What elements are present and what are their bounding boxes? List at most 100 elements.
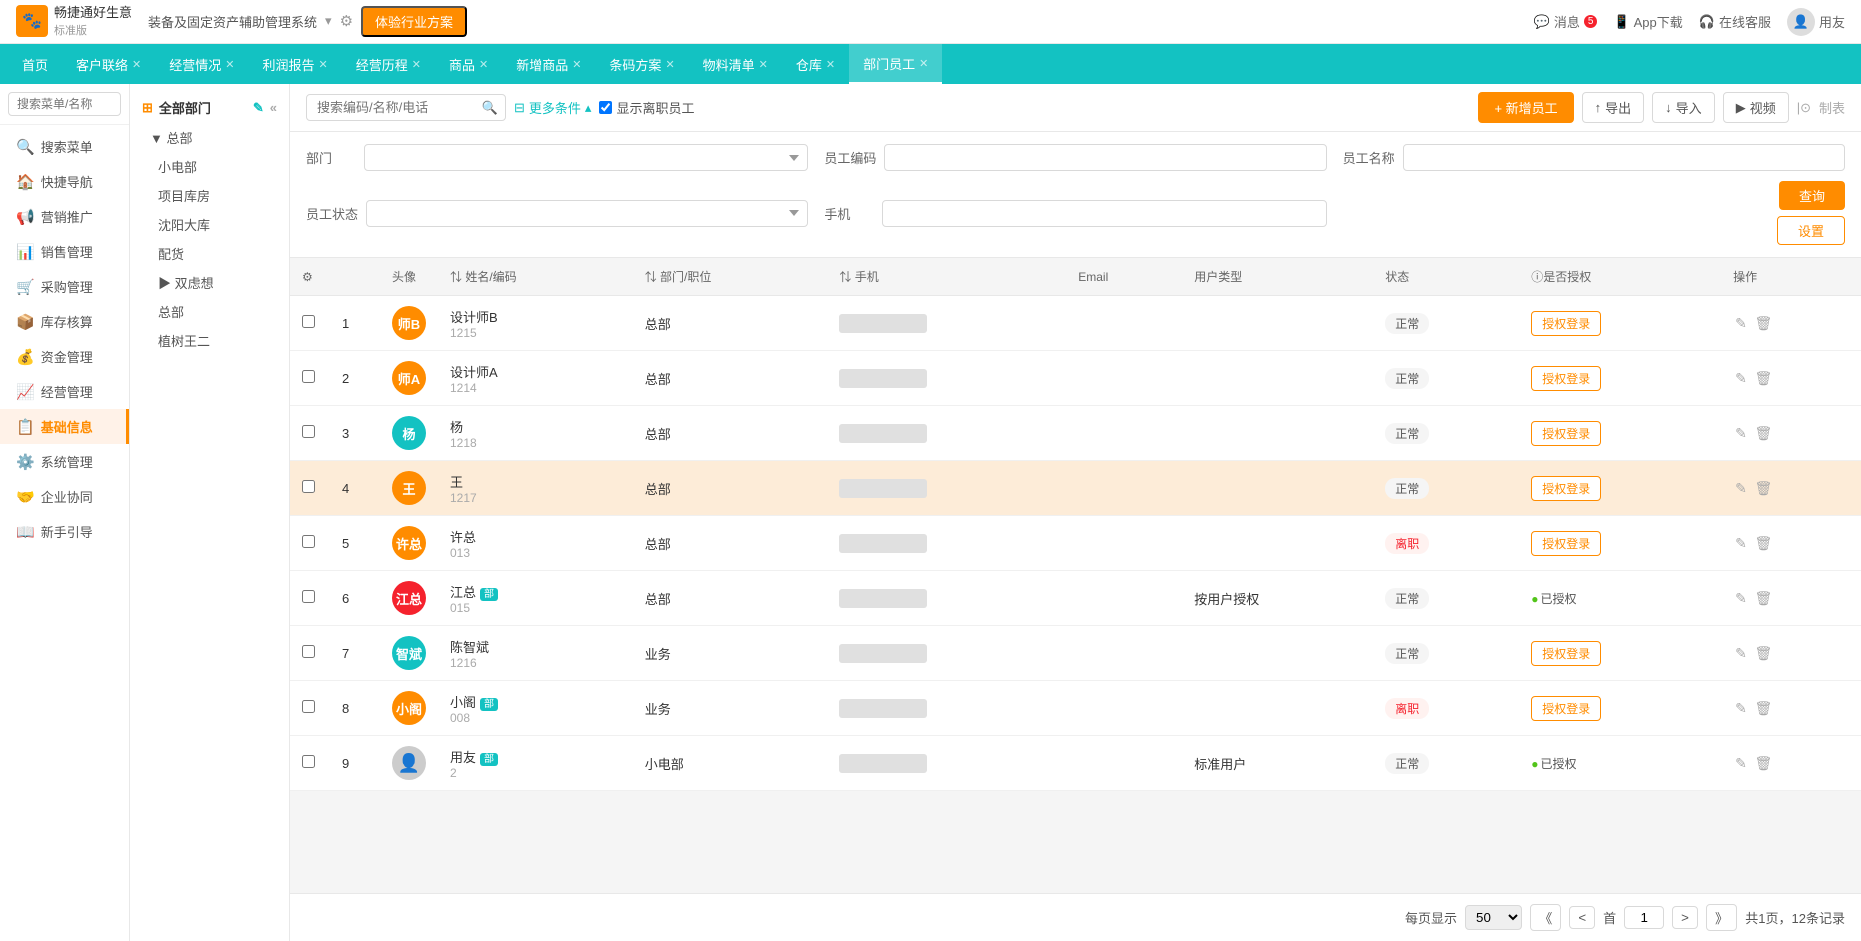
row-checkbox[interactable] [302, 315, 315, 328]
nav-tab-利润报告[interactable]: 利润报告✕ [248, 44, 341, 84]
import-btn[interactable]: ↓ 导入 [1652, 92, 1715, 123]
nav-tab-首页[interactable]: 首页 [8, 44, 62, 84]
auth-btn[interactable]: 授权登录 [1531, 366, 1601, 391]
print-label[interactable]: 制表 [1819, 98, 1845, 117]
add-employee-btn[interactable]: + 新增员工 [1478, 92, 1573, 123]
row-checkbox[interactable] [302, 370, 315, 383]
next-page-btn[interactable]: > [1672, 906, 1698, 929]
emp-code-input[interactable] [884, 144, 1326, 171]
tab-close-icon[interactable]: ✕ [132, 58, 141, 71]
auth-btn[interactable]: 授权登录 [1531, 531, 1601, 556]
user-btn[interactable]: 👤 用友 [1787, 8, 1845, 36]
row-checkbox[interactable] [302, 535, 315, 548]
auth-btn[interactable]: 授权登录 [1531, 696, 1601, 721]
delete-icon[interactable]: 🗑 [1754, 535, 1772, 551]
row-checkbox[interactable] [302, 700, 315, 713]
tree-edit-icon[interactable]: ✎ [253, 100, 264, 116]
delete-icon[interactable]: 🗑 [1754, 370, 1772, 386]
more-actions-icon[interactable]: |⊙ [1797, 100, 1811, 116]
sidebar-item-inventory[interactable]: 📦库存核算 [0, 304, 129, 339]
last-page-btn[interactable]: 》 [1706, 904, 1737, 931]
row-checkbox[interactable] [302, 645, 315, 658]
sidebar-item-search-menu[interactable]: 🔍搜索菜单 [0, 129, 129, 164]
row-checkbox[interactable] [302, 425, 315, 438]
delete-icon[interactable]: 🗑 [1754, 755, 1772, 771]
tree-item[interactable]: 沈阳大库 [130, 210, 289, 239]
dept-sort-icon[interactable]: ⇅ [645, 270, 657, 284]
page-size-select[interactable]: 50 100 200 [1465, 905, 1522, 930]
edit-icon[interactable]: ✎ [1735, 590, 1747, 606]
nav-tab-新增商品[interactable]: 新增商品✕ [502, 44, 595, 84]
tree-collapse-icon[interactable]: « [270, 100, 277, 115]
system-title-dropdown-icon[interactable]: ▾ [325, 13, 332, 29]
tab-close-icon[interactable]: ✕ [479, 58, 488, 71]
message-btn[interactable]: 💬 消息 5 [1534, 12, 1598, 31]
show-resigned-input[interactable] [599, 101, 612, 114]
more-conditions-btn[interactable]: ⊟ 更多条件 ▴ [514, 98, 591, 117]
nav-tab-仓库[interactable]: 仓库✕ [782, 44, 849, 84]
edit-icon[interactable]: ✎ [1735, 480, 1747, 496]
auth-btn[interactable]: 授权登录 [1531, 311, 1601, 336]
edit-icon[interactable]: ✎ [1735, 700, 1747, 716]
first-page-btn[interactable]: 《 [1530, 904, 1561, 931]
edit-icon[interactable]: ✎ [1735, 755, 1747, 771]
sidebar-item-cooperation[interactable]: 🤝企业协同 [0, 479, 129, 514]
sidebar-item-marketing[interactable]: 📢营销推广 [0, 199, 129, 234]
tree-item[interactable]: 植树王二 [130, 326, 289, 355]
delete-icon[interactable]: 🗑 [1754, 590, 1772, 606]
auth-btn[interactable]: 授权登录 [1531, 641, 1601, 666]
tree-item[interactable]: 小电部 [130, 152, 289, 181]
page-number-input[interactable] [1624, 906, 1664, 929]
row-checkbox[interactable] [302, 755, 315, 768]
nav-tab-客户联络[interactable]: 客户联络✕ [62, 44, 155, 84]
sort-icon[interactable]: ⇅ [450, 270, 462, 284]
tab-close-icon[interactable]: ✕ [319, 58, 328, 71]
emp-status-select[interactable] [366, 200, 808, 227]
auth-btn[interactable]: 授权登录 [1531, 421, 1601, 446]
sidebar-item-sales[interactable]: 📊销售管理 [0, 234, 129, 269]
edit-icon[interactable]: ✎ [1735, 315, 1747, 331]
edit-icon[interactable]: ✎ [1735, 645, 1747, 661]
delete-icon[interactable]: 🗑 [1754, 645, 1772, 661]
sidebar-item-quick-nav[interactable]: 🏠快捷导航 [0, 164, 129, 199]
delete-icon[interactable]: 🗑 [1754, 480, 1772, 496]
export-btn[interactable]: ↑ 导出 [1582, 92, 1645, 123]
tab-close-icon[interactable]: ✕ [919, 57, 928, 70]
prev-page-btn[interactable]: < [1569, 906, 1595, 929]
online-service-btn[interactable]: 🎧 在线客服 [1699, 12, 1771, 31]
edit-icon[interactable]: ✎ [1735, 425, 1747, 441]
nav-tab-部门员工[interactable]: 部门员工✕ [849, 44, 942, 84]
row-checkbox[interactable] [302, 480, 315, 493]
delete-icon[interactable]: 🗑 [1754, 425, 1772, 441]
tree-item[interactable]: 配货 [130, 239, 289, 268]
nav-tab-经营情况[interactable]: 经营情况✕ [155, 44, 248, 84]
sidebar-item-guide[interactable]: 📖新手引导 [0, 514, 129, 549]
nav-tab-条码方案[interactable]: 条码方案✕ [595, 44, 688, 84]
nav-tab-经营历程[interactable]: 经营历程✕ [342, 44, 435, 84]
tree-item[interactable]: 项目库房 [130, 181, 289, 210]
show-resigned-checkbox[interactable]: 显示离职员工 [599, 98, 694, 117]
row-checkbox[interactable] [302, 590, 315, 603]
edit-icon[interactable]: ✎ [1735, 535, 1747, 551]
tab-close-icon[interactable]: ✕ [759, 58, 768, 71]
nav-tab-商品[interactable]: 商品✕ [435, 44, 502, 84]
tab-close-icon[interactable]: ✕ [572, 58, 581, 71]
sidebar-search-input[interactable] [8, 92, 121, 116]
sidebar-item-purchase[interactable]: 🛒采购管理 [0, 269, 129, 304]
tab-close-icon[interactable]: ✕ [665, 58, 674, 71]
view-btn[interactable]: ▶ 视频 [1723, 92, 1789, 123]
tab-close-icon[interactable]: ✕ [826, 58, 835, 71]
sidebar-item-business[interactable]: 📈经营管理 [0, 374, 129, 409]
tree-item[interactable]: ▼ 总部 [130, 123, 289, 152]
edit-icon[interactable]: ✎ [1735, 370, 1747, 386]
settings-icon[interactable]: ⚙ [302, 270, 313, 284]
auth-btn[interactable]: 授权登录 [1531, 476, 1601, 501]
phone-input[interactable] [882, 200, 1326, 227]
delete-icon[interactable]: 🗑 [1754, 315, 1772, 331]
settings-icon[interactable]: ⚙ [340, 12, 353, 30]
tab-close-icon[interactable]: ✕ [225, 58, 234, 71]
setting-btn[interactable]: 设置 [1777, 216, 1845, 245]
nav-tab-物料清单[interactable]: 物料清单✕ [689, 44, 782, 84]
search-input[interactable] [306, 94, 506, 121]
search-btn[interactable]: 查询 [1779, 181, 1845, 210]
